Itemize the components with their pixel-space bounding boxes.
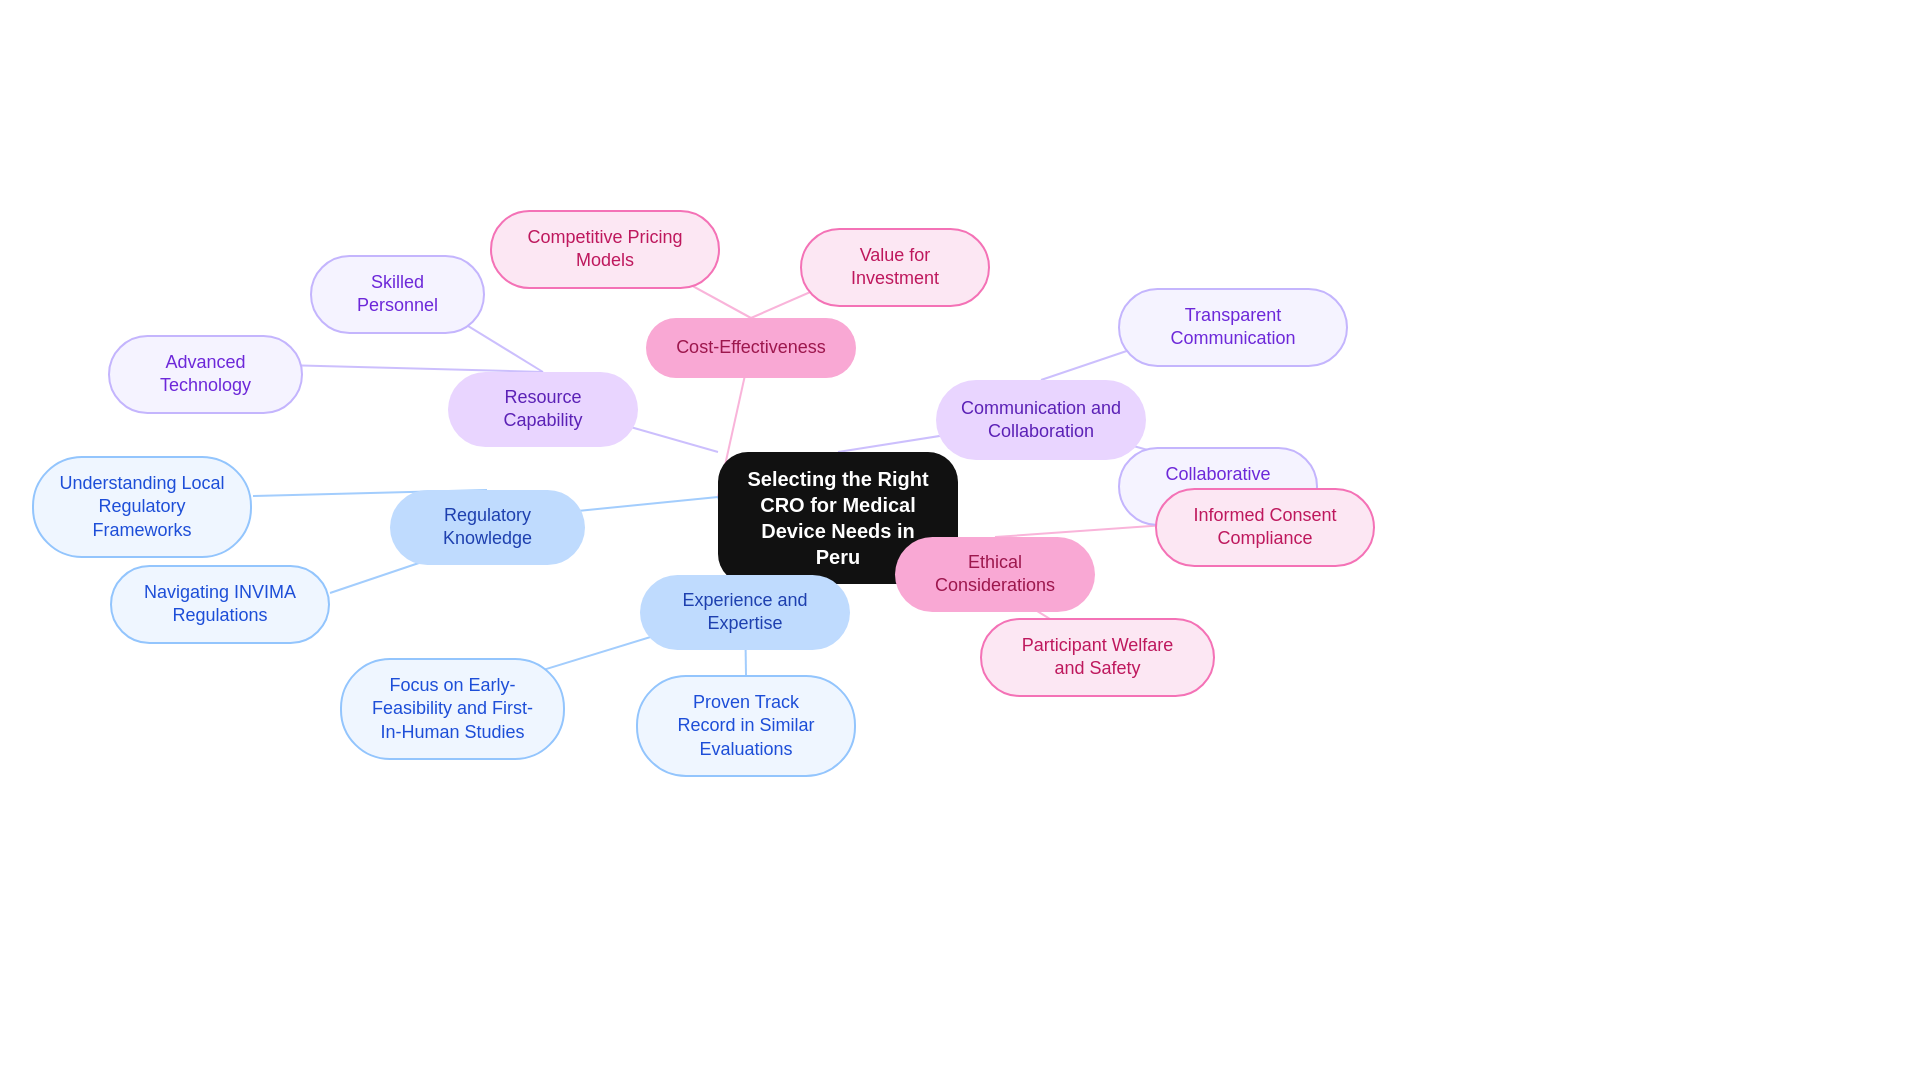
invima-node: Navigating INVIMA Regulations: [110, 565, 330, 644]
participant-welfare-node: Participant Welfare and Safety: [980, 618, 1215, 697]
ethical-considerations-node: Ethical Considerations: [895, 537, 1095, 612]
value-investment-node: Value for Investment: [800, 228, 990, 307]
proven-track-node: Proven Track Record in Similar Evaluatio…: [636, 675, 856, 777]
transparent-comm-node: Transparent Communication: [1118, 288, 1348, 367]
skilled-personnel-node: Skilled Personnel: [310, 255, 485, 334]
cost-effectiveness-node: Cost-Effectiveness: [646, 318, 856, 378]
advanced-technology-node: Advanced Technology: [108, 335, 303, 414]
experience-expertise-node: Experience and Expertise: [640, 575, 850, 650]
competitive-pricing-node: Competitive Pricing Models: [490, 210, 720, 289]
informed-consent-node: Informed Consent Compliance: [1155, 488, 1375, 567]
regulatory-knowledge-node: Regulatory Knowledge: [390, 490, 585, 565]
comm-collab-node: Communication and Collaboration: [936, 380, 1146, 460]
local-regulatory-node: Understanding Local Regulatory Framework…: [32, 456, 252, 558]
resource-capability-node: Resource Capability: [448, 372, 638, 447]
focus-early-node: Focus on Early-Feasibility and First-In-…: [340, 658, 565, 760]
